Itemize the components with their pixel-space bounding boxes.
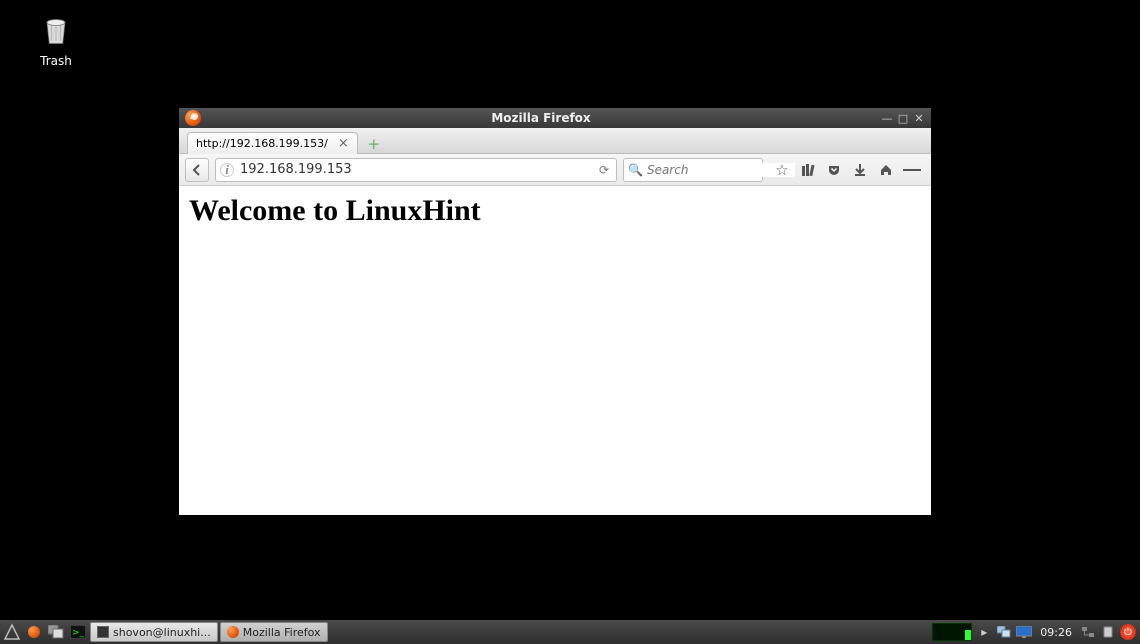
taskbar-item-firefox[interactable]: Mozilla Firefox bbox=[220, 622, 328, 642]
taskbar-item-label: Mozilla Firefox bbox=[243, 626, 321, 639]
page-heading: Welcome to LinuxHint bbox=[189, 194, 921, 228]
clock[interactable]: 09:26 bbox=[1036, 626, 1076, 639]
search-icon: 🔍 bbox=[628, 163, 643, 177]
power-button[interactable]: ⏻ bbox=[1120, 624, 1136, 640]
tab-label: http://192.168.199.153/ bbox=[196, 137, 328, 150]
launcher-terminal-icon[interactable]: >_ bbox=[68, 622, 88, 642]
back-button[interactable] bbox=[185, 158, 209, 182]
tabstrip: http://192.168.199.153/ × + bbox=[179, 128, 931, 154]
new-tab-button[interactable]: + bbox=[364, 135, 384, 153]
downloads-icon[interactable] bbox=[851, 161, 869, 179]
taskbar: >_ shovon@linuxhi... Mozilla Firefox ▸ 0… bbox=[0, 620, 1140, 644]
search-bar[interactable]: 🔍 bbox=[623, 158, 763, 182]
window-controls: — □ ✕ bbox=[881, 112, 925, 124]
library-icon[interactable] bbox=[799, 161, 817, 179]
network-monitor-icon[interactable] bbox=[932, 623, 972, 641]
svg-text:>_: >_ bbox=[72, 628, 85, 638]
home-icon[interactable] bbox=[877, 161, 895, 179]
menu-icon[interactable] bbox=[903, 161, 921, 179]
tab-close-icon[interactable]: × bbox=[338, 136, 349, 151]
pocket-icon[interactable] bbox=[825, 161, 843, 179]
browser-tab[interactable]: http://192.168.199.153/ × bbox=[187, 132, 358, 154]
tray-info-icon[interactable] bbox=[1100, 624, 1116, 640]
tray-network-icon[interactable] bbox=[1080, 624, 1096, 640]
desktop: Trash Mozilla Firefox — □ ✕ http://192.1… bbox=[0, 0, 1140, 644]
firefox-icon bbox=[227, 626, 239, 638]
tray-display-icon[interactable] bbox=[1016, 624, 1032, 640]
minimize-button[interactable]: — bbox=[881, 112, 893, 124]
taskbar-item-label: shovon@linuxhi... bbox=[113, 626, 211, 639]
maximize-button[interactable]: □ bbox=[897, 112, 909, 124]
tray-windows-icon[interactable] bbox=[996, 624, 1012, 640]
terminal-icon bbox=[97, 626, 109, 638]
site-info-icon[interactable]: i bbox=[220, 163, 234, 177]
url-input[interactable] bbox=[240, 162, 590, 177]
firefox-window: Mozilla Firefox — □ ✕ http://192.168.199… bbox=[179, 108, 931, 515]
window-title: Mozilla Firefox bbox=[201, 111, 881, 125]
trash-icon[interactable]: Trash bbox=[30, 12, 82, 68]
url-bar[interactable]: i ⟳ bbox=[215, 158, 617, 182]
taskbar-item-terminal[interactable]: shovon@linuxhi... bbox=[90, 622, 218, 642]
bookmark-star-icon[interactable]: ☆ bbox=[773, 161, 791, 179]
app-menu-icon[interactable] bbox=[2, 622, 22, 642]
trash-label: Trash bbox=[30, 54, 82, 68]
launcher-window-icon[interactable] bbox=[46, 622, 66, 642]
reload-icon[interactable]: ⟳ bbox=[596, 163, 612, 177]
close-button[interactable]: ✕ bbox=[913, 112, 925, 124]
tray-arrow-icon[interactable]: ▸ bbox=[976, 624, 992, 640]
titlebar[interactable]: Mozilla Firefox — □ ✕ bbox=[179, 108, 931, 128]
system-tray: ▸ 09:26 ⏻ bbox=[932, 623, 1138, 641]
toolbar-actions: ☆ bbox=[769, 161, 925, 179]
launcher-firefox-icon[interactable] bbox=[24, 622, 44, 642]
toolbar: i ⟳ 🔍 ☆ bbox=[179, 154, 931, 186]
page-content: Welcome to LinuxHint bbox=[179, 186, 931, 515]
firefox-icon bbox=[185, 110, 201, 126]
